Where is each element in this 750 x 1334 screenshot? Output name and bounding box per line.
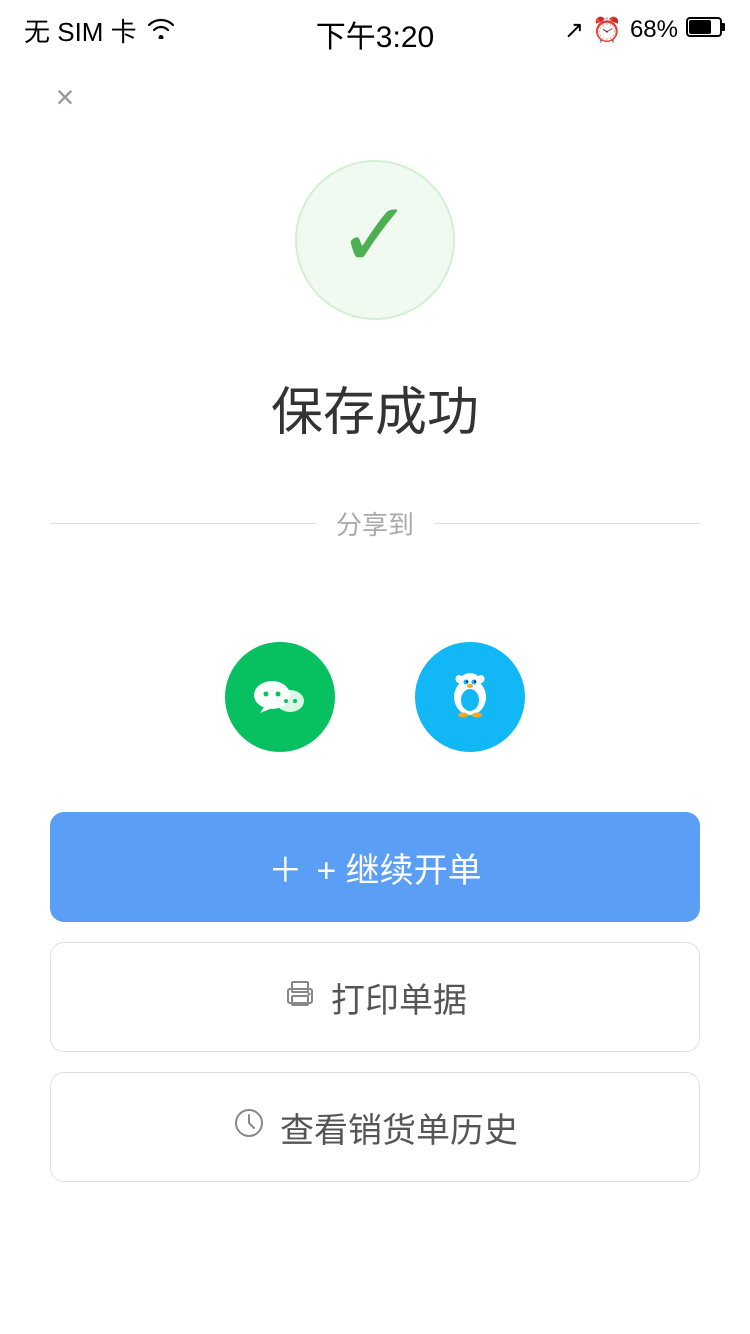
- main-content: ✓ 保存成功 分享到: [0, 60, 750, 1182]
- share-label: 分享到: [336, 505, 414, 542]
- location-icon: ↗: [564, 16, 584, 45]
- share-section: 分享到: [0, 505, 750, 592]
- continue-label: + 继续开单: [316, 843, 481, 892]
- history-label: 查看销货单历史: [280, 1103, 518, 1152]
- checkmark-icon: ✓: [337, 191, 412, 281]
- alarm-icon: ⏰: [592, 16, 622, 45]
- status-left: 无 SIM 卡: [24, 12, 175, 49]
- continue-button[interactable]: ＋ + 继续开单: [50, 812, 700, 922]
- close-button[interactable]: ×: [40, 72, 90, 122]
- history-button[interactable]: 查看销货单历史: [50, 1072, 700, 1182]
- clock-icon: [232, 1106, 266, 1149]
- status-right: ↗ ⏰ 68%: [564, 16, 726, 45]
- divider-right: [434, 523, 700, 524]
- buttons-section: ＋ + 继续开单 打印单据 查看销货单历史: [0, 812, 750, 1182]
- wechat-icon: [246, 663, 314, 731]
- sim-label: 无 SIM 卡: [24, 12, 137, 49]
- share-divider: 分享到: [50, 505, 700, 542]
- close-icon: ×: [56, 79, 75, 116]
- status-bar: 无 SIM 卡 下午3:20 ↗ ⏰ 68%: [0, 0, 750, 60]
- print-button[interactable]: 打印单据: [50, 942, 700, 1052]
- share-icons: [225, 642, 525, 752]
- battery-icon: [686, 16, 726, 45]
- success-circle: ✓: [295, 160, 455, 320]
- qq-share-button[interactable]: [415, 642, 525, 752]
- status-time: 下午3:20: [316, 12, 434, 56]
- wifi-icon: [147, 15, 175, 46]
- divider-left: [50, 523, 316, 524]
- plus-icon: ＋: [268, 843, 302, 892]
- success-title: 保存成功: [271, 370, 479, 445]
- battery-label: 68%: [630, 16, 678, 44]
- qq-icon: [440, 667, 500, 727]
- printer-icon: [283, 976, 317, 1019]
- wechat-share-button[interactable]: [225, 642, 335, 752]
- print-label: 打印单据: [331, 973, 467, 1022]
